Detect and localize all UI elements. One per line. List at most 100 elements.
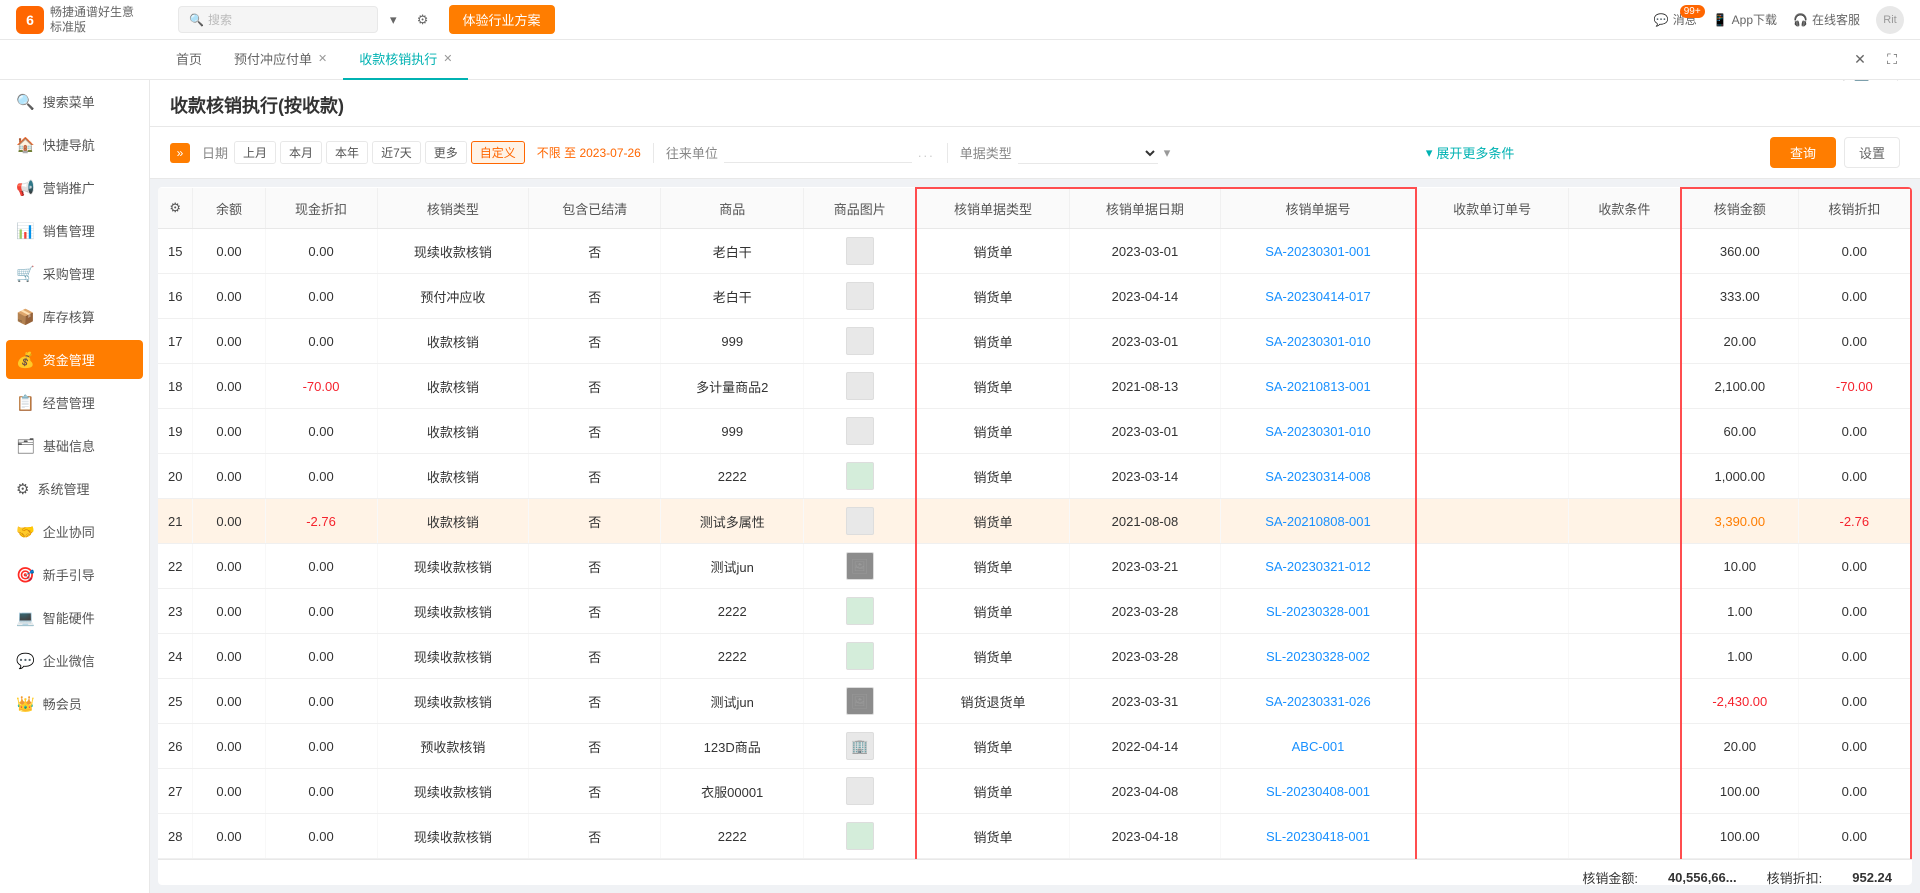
th-settings[interactable]: ⚙ [158,188,193,229]
date-btn-this-month[interactable]: 本月 [280,141,322,164]
sidebar-item-wechat[interactable]: 💬 企业微信 [0,639,149,682]
cell-verify-bill-no: SA-20210813-001 [1221,364,1416,409]
cell-collection-condition [1568,634,1681,679]
settings-icon[interactable]: ⚙ [409,6,437,34]
tab-home[interactable]: 首页 [160,40,218,80]
sidebar-item-vip[interactable]: 👑 畅会员 [0,682,149,725]
goods-image [846,237,874,265]
tab-collection[interactable]: 收款核销执行 ✕ [343,40,468,80]
date-options: 上月 本月 本年 近7天 更多 自定义 [234,141,525,164]
counterparty-input[interactable] [724,143,912,163]
cell-verify-discount: 0.00 [1798,634,1911,679]
goods-image [846,507,874,535]
counterparty-filter: 往来单位 ... [666,143,935,163]
user-avatar[interactable]: Rit [1876,6,1904,34]
cell-verify-bill-date: 2023-03-31 [1069,679,1221,724]
sidebar-item-shortcut[interactable]: 🏠 快捷导航 [0,123,149,166]
footer-verify-amount-total: 40,556,66... [1668,870,1737,885]
cell-goods: 测试jun [661,544,804,589]
bill-no-link[interactable]: SA-20230331-026 [1265,694,1371,709]
bill-no-link[interactable]: SL-20230328-002 [1266,649,1370,664]
logo-icon: 6 [16,6,44,34]
solution-button[interactable]: 体验行业方案 [449,5,555,34]
bill-no-link[interactable]: SA-20230301-001 [1265,244,1371,259]
bill-no-link[interactable]: SA-20230321-012 [1265,559,1371,574]
search-box[interactable]: 🔍 搜索 [178,6,378,33]
filter-collapse-btn[interactable]: » [170,143,190,163]
app-download-btn[interactable]: 📱 App下载 [1713,11,1777,28]
sidebar-item-search[interactable]: 🔍 搜索菜单 [0,80,149,123]
tab-prepay-close[interactable]: ✕ [318,52,327,65]
sidebar-item-sales[interactable]: 📊 销售管理 [0,209,149,252]
bill-no-link[interactable]: SL-20230408-001 [1266,784,1370,799]
cell-verify-discount: 0.00 [1798,769,1911,814]
date-btn-last-month[interactable]: 上月 [234,141,276,164]
sidebar-item-hardware[interactable]: 💻 智能硬件 [0,596,149,639]
th-verify-type: 核销类型 [377,188,529,229]
table-row: 18 0.00 -70.00 收款核销 否 多计量商品2 销货单 2021-08… [158,364,1911,409]
bill-no-link[interactable]: SA-20230301-010 [1265,334,1371,349]
date-btn-custom[interactable]: 自定义 [471,141,525,164]
data-table: ⚙ 余额 现金折扣 核销类型 包含已结清 商品 商品图片 核销单据类型 核销单据… [158,187,1912,859]
top-bar-right: 💬 消息 99+ 📱 App下载 🎧 在线客服 Rit [1654,6,1904,34]
cell-goods: 2222 [661,634,804,679]
cell-num: 21 [158,499,193,544]
counterparty-dots[interactable]: ... [918,145,935,160]
cell-verify-bill-no: ABC-001 [1221,724,1416,769]
cell-num: 19 [158,409,193,454]
th-verify-bill-date: 核销单据日期 [1069,188,1221,229]
cell-verify-bill-type: 销货单 [916,544,1069,589]
cell-include-settled: 否 [529,769,661,814]
sidebar-item-inventory[interactable]: 📦 库存核算 [0,295,149,338]
date-btn-7days[interactable]: 近7天 [372,141,421,164]
cell-verify-bill-date: 2023-03-21 [1069,544,1221,589]
expand-filter-btn[interactable]: ▾ 展开更多条件 [1426,143,1515,162]
sidebar-item-basic[interactable]: 🗂 基础信息 [0,424,149,467]
table-header-row: ⚙ 余额 现金折扣 核销类型 包含已结清 商品 商品图片 核销单据类型 核销单据… [158,188,1911,229]
logo-text: 畅捷通谱好生意 标准版 [50,5,134,34]
cell-cash-discount: 0.00 [265,319,377,364]
cell-include-settled: 否 [529,499,661,544]
export-button[interactable]: ⬆ 导出 [1805,80,1846,83]
voucher-type-select[interactable] [1018,142,1158,164]
sidebar-item-purchase[interactable]: 🛒 采购管理 [0,252,149,295]
query-button[interactable]: 查询 [1770,137,1836,168]
sidebar-item-system[interactable]: ⚙ 系统管理 [0,467,149,510]
bill-no-link[interactable]: SA-20230314-008 [1265,469,1371,484]
bill-no-link[interactable]: SA-20210813-001 [1265,379,1371,394]
cell-verify-bill-type: 销货单 [916,454,1069,499]
bill-no-link[interactable]: SL-20230418-001 [1266,829,1370,844]
bill-no-link[interactable]: SA-20230301-010 [1265,424,1371,439]
bill-no-link[interactable]: ABC-001 [1292,739,1345,754]
sidebar-item-guide[interactable]: 🎯 新手引导 [0,553,149,596]
cell-verify-bill-no: SA-20230301-010 [1221,409,1416,454]
cell-balance: 0.00 [193,544,265,589]
cell-verify-bill-date: 2023-03-01 [1069,319,1221,364]
close-window-btn[interactable]: ✕ [1848,48,1872,72]
refresh-button[interactable]: 🔄 刷新 [1854,80,1900,83]
sidebar-item-operations[interactable]: 📋 经营管理 [0,381,149,424]
cell-collection-order-no [1416,454,1569,499]
nav-dropdown[interactable]: ▾ [390,12,397,28]
cell-num: 22 [158,544,193,589]
date-btn-this-year[interactable]: 本年 [326,141,368,164]
online-service-btn[interactable]: 🎧 在线客服 [1793,11,1860,28]
cell-verify-bill-type: 销货单 [916,409,1069,454]
cell-num: 18 [158,364,193,409]
tab-collection-close[interactable]: ✕ [443,52,452,65]
bill-no-link[interactable]: SA-20210808-001 [1265,514,1371,529]
sidebar-item-enterprise[interactable]: 🤝 企业协同 [0,510,149,553]
bill-no-link[interactable]: SL-20230328-001 [1266,604,1370,619]
sidebar-item-finance[interactable]: 💰 资金管理 [6,340,143,379]
cell-verify-bill-type: 销货单 [916,814,1069,859]
cell-verify-amount: 333.00 [1681,274,1798,319]
bill-no-link[interactable]: SA-20230414-017 [1265,289,1371,304]
setting-button[interactable]: 设置 [1844,137,1900,168]
tab-prepay[interactable]: 预付冲应付单 ✕ [218,40,343,80]
cell-include-settled: 否 [529,364,661,409]
date-btn-more[interactable]: 更多 [425,141,467,164]
th-goods: 商品 [661,188,804,229]
maximize-btn[interactable]: ⛶ [1880,48,1904,72]
sidebar-item-marketing[interactable]: 📢 营销推广 [0,166,149,209]
message-btn[interactable]: 💬 消息 99+ [1654,11,1697,28]
